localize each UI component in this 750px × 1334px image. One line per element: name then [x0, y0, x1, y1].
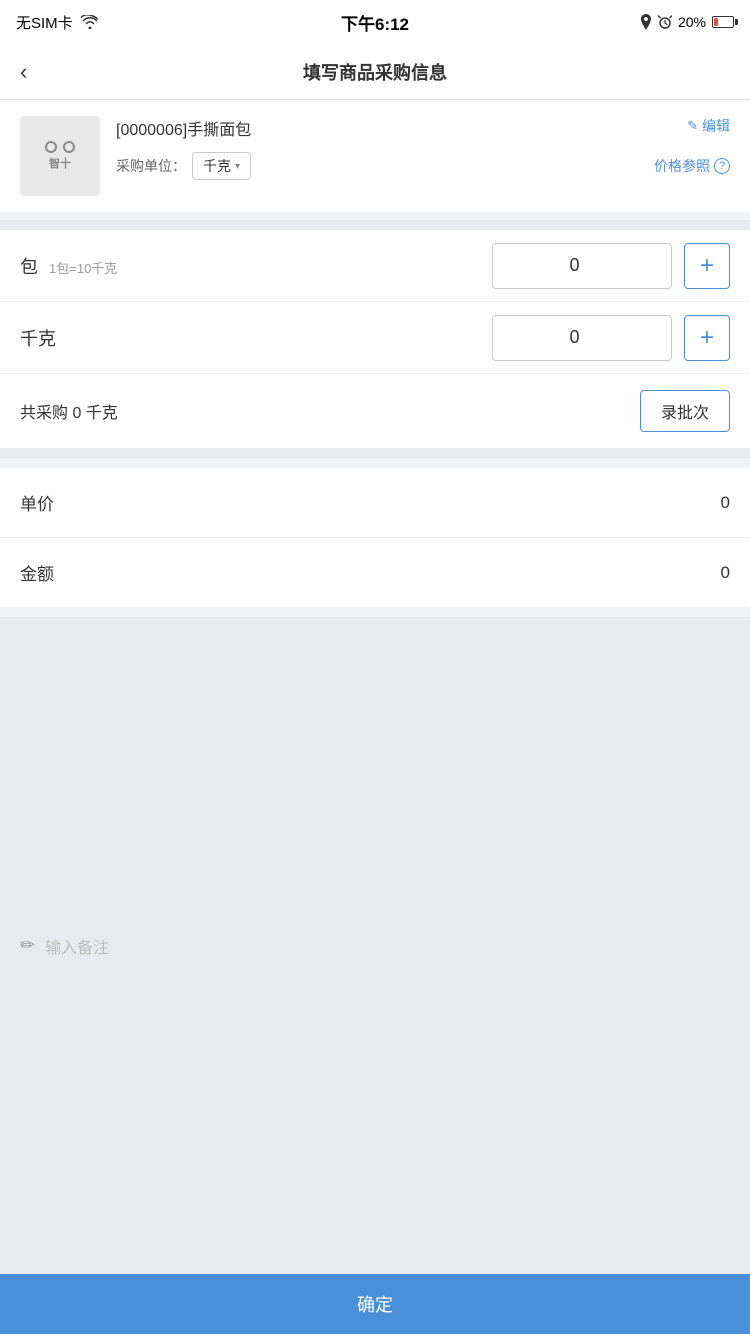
- price-row-amount: 金额 0: [0, 538, 750, 607]
- quantity-label-bag: 包 1包=10千克: [20, 253, 120, 279]
- nav-bar: ‹ 填写商品采购信息: [0, 44, 750, 100]
- help-icon: ?: [714, 158, 730, 174]
- quantity-row-kg: 千克 +: [0, 302, 750, 374]
- product-name: [0000006]手撕面包: [116, 116, 687, 140]
- owl-eye-right: [63, 141, 75, 153]
- logo-text: 智十: [49, 155, 71, 171]
- unit-label: 采购单位： 千克 ▾: [116, 152, 251, 180]
- quantity-input-bag[interactable]: [492, 243, 672, 289]
- quantity-input-kg[interactable]: [492, 315, 672, 361]
- back-button[interactable]: ‹: [20, 59, 27, 85]
- carrier-text: 无SIM卡: [16, 12, 73, 33]
- quantity-section: 包 1包=10千克 + 千克 + 共采购 0 千克 录批次: [0, 230, 750, 448]
- unit-select[interactable]: 千克 ▾: [192, 152, 251, 180]
- product-name-row: [0000006]手撕面包 ✎ 编辑: [116, 116, 730, 140]
- summary-amount: 0: [72, 405, 85, 422]
- quantity-input-wrap-bag: +: [120, 243, 730, 289]
- batch-button[interactable]: 录批次: [640, 390, 730, 432]
- plus-button-kg[interactable]: +: [684, 315, 730, 361]
- battery-text: 20%: [678, 14, 706, 30]
- owl-eye-left: [45, 141, 57, 153]
- summary-text: 共采购 0 千克: [20, 399, 118, 423]
- price-section: 单价 0 金额 0: [0, 468, 750, 607]
- confirm-button[interactable]: 确定: [0, 1274, 750, 1334]
- amount-value: 0: [721, 563, 730, 583]
- quantity-label-kg: 千克: [20, 325, 120, 351]
- product-card: 智十 [0000006]手撕面包 ✎ 编辑 采购单位： 千克 ▾ 价格参照 ?: [0, 100, 750, 212]
- product-info: [0000006]手撕面包 ✎ 编辑 采购单位： 千克 ▾ 价格参照 ?: [116, 116, 730, 180]
- price-row-unit: 单价 0: [0, 468, 750, 538]
- owl-eyes: [45, 141, 75, 153]
- section-divider-1: [0, 220, 750, 230]
- note-section[interactable]: ✏ 输入备注: [0, 617, 750, 1274]
- pencil-icon: ✏: [20, 935, 35, 956]
- unit-value: 千克: [203, 156, 231, 176]
- purchase-unit-row: 采购单位： 千克 ▾ 价格参照 ?: [116, 152, 730, 180]
- status-left: 无SIM卡: [16, 12, 99, 33]
- page-title: 填写商品采购信息: [303, 59, 447, 85]
- chevron-down-icon: ▾: [235, 161, 240, 172]
- price-ref-label: 价格参照: [654, 156, 710, 176]
- status-time: 下午6:12: [341, 10, 409, 35]
- section-divider-2: [0, 448, 750, 458]
- wifi-icon: [81, 15, 99, 29]
- plus-button-bag[interactable]: +: [684, 243, 730, 289]
- alarm-icon: [658, 15, 672, 29]
- status-right: 20%: [640, 14, 734, 30]
- quantity-sublabel-bag: 1包=10千克: [49, 261, 117, 276]
- unit-price-value: 0: [721, 493, 730, 513]
- edit-label: 编辑: [702, 116, 730, 136]
- amount-label: 金额: [20, 560, 54, 585]
- battery-icon: [712, 16, 734, 28]
- edit-button[interactable]: ✎ 编辑: [687, 116, 730, 136]
- location-icon: [640, 14, 652, 30]
- unit-price-label: 单价: [20, 490, 54, 515]
- edit-icon: ✎: [687, 118, 698, 134]
- summary-row: 共采购 0 千克 录批次: [0, 374, 750, 448]
- price-reference-button[interactable]: 价格参照 ?: [654, 156, 730, 176]
- note-placeholder: 输入备注: [45, 934, 109, 958]
- product-logo: 智十: [20, 116, 100, 196]
- product-thumbnail: 智十: [20, 116, 100, 196]
- quantity-input-wrap-kg: +: [120, 315, 730, 361]
- quantity-row-bag: 包 1包=10千克 +: [0, 230, 750, 302]
- status-bar: 无SIM卡 下午6:12 20%: [0, 0, 750, 44]
